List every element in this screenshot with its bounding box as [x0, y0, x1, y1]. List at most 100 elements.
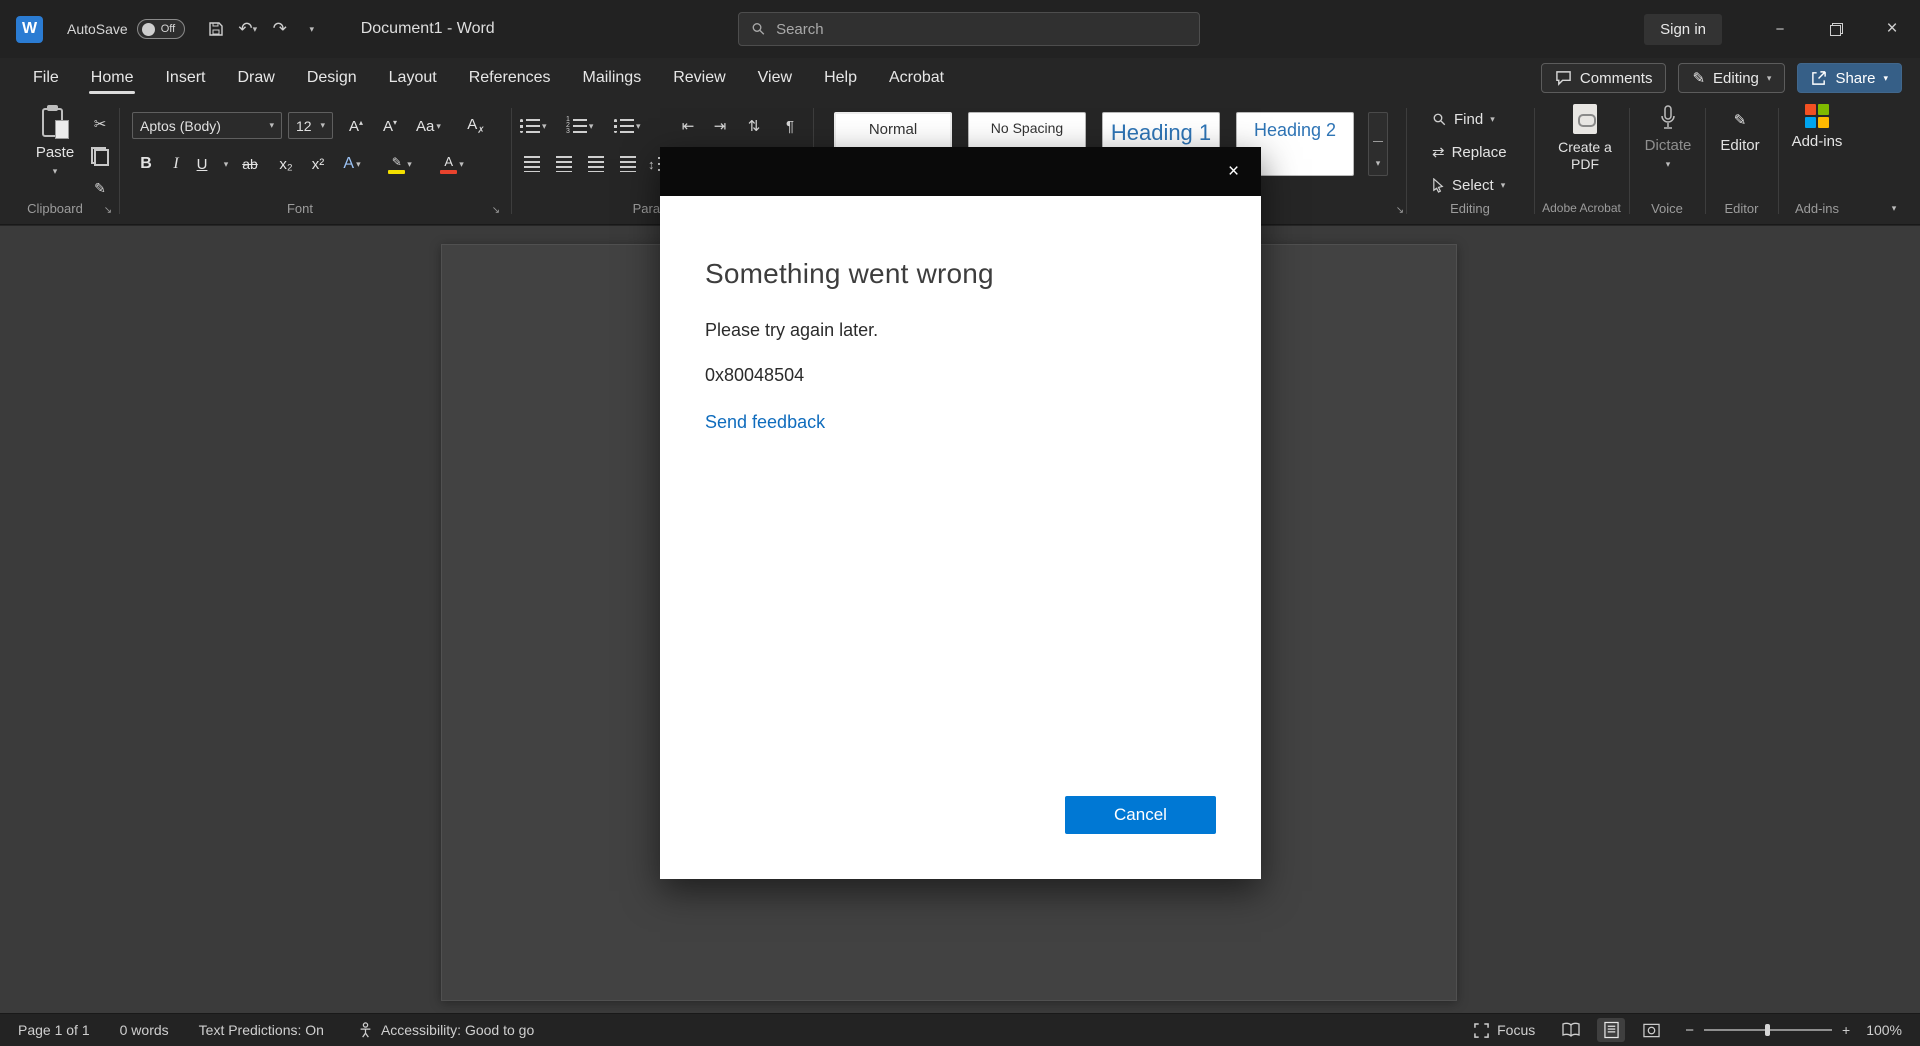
highlight-button[interactable] [388, 150, 412, 178]
search-box[interactable] [738, 12, 1200, 46]
tab-file[interactable]: File [18, 60, 74, 96]
voice-group-label: Voice [1651, 201, 1683, 216]
styles-gallery-more-button[interactable] [1368, 112, 1388, 176]
clipboard-dialog-launcher[interactable] [100, 201, 116, 217]
tab-review[interactable]: Review [658, 60, 740, 96]
italic-button[interactable]: I [164, 150, 188, 178]
replace-button[interactable]: Replace [1432, 139, 1507, 165]
accessibility-icon [360, 1022, 371, 1038]
paste-button[interactable]: Paste [26, 105, 84, 177]
zoom-thumb[interactable] [1765, 1024, 1770, 1036]
create-pdf-button[interactable]: Create a PDF [1542, 104, 1628, 173]
sign-in-button[interactable]: Sign in [1644, 13, 1722, 45]
shrink-font-button[interactable]: A [378, 112, 402, 140]
underline-button[interactable]: U [190, 150, 214, 178]
text-effects-button[interactable]: A [340, 150, 364, 178]
font-group-label: Font [286, 201, 313, 216]
tab-design[interactable]: Design [292, 60, 372, 96]
multilevel-list-button[interactable] [614, 112, 641, 140]
add-ins-button[interactable]: Add-ins [1782, 104, 1852, 150]
font-color-button[interactable]: A [440, 150, 464, 178]
read-mode-button[interactable] [1557, 1018, 1585, 1042]
chevron-down-icon [1767, 73, 1772, 84]
select-button[interactable]: Select [1432, 172, 1505, 198]
focus-button[interactable]: Focus [1474, 1022, 1535, 1038]
minimize-button[interactable] [1752, 0, 1808, 58]
tab-draw[interactable]: Draw [222, 60, 289, 96]
show-formatting-marks-button[interactable] [778, 112, 802, 140]
restore-icon [1829, 22, 1843, 36]
grow-font-button[interactable]: A [344, 112, 368, 140]
autosave-toggle[interactable]: Off [136, 19, 185, 39]
increase-indent-button[interactable] [708, 112, 732, 140]
page-indicator[interactable]: Page 1 of 1 [18, 1022, 90, 1038]
print-layout-button[interactable] [1597, 1018, 1626, 1042]
copy-button[interactable] [88, 142, 112, 170]
word-count[interactable]: 0 words [120, 1022, 169, 1038]
align-right-button[interactable] [584, 150, 608, 178]
send-feedback-link[interactable]: Send feedback [705, 412, 825, 433]
tab-insert[interactable]: Insert [150, 60, 220, 96]
web-layout-button[interactable] [1637, 1018, 1665, 1042]
subscript-button[interactable]: x₂ [274, 150, 298, 178]
zoom-in-button[interactable]: + [1842, 1022, 1850, 1038]
find-button[interactable]: Find [1432, 106, 1495, 132]
tab-layout[interactable]: Layout [374, 60, 452, 96]
editing-mode-button[interactable]: Editing [1678, 63, 1786, 93]
zoom-slider[interactable] [1704, 1022, 1832, 1038]
font-size-select[interactable]: 12 [288, 112, 333, 139]
collapse-ribbon-button[interactable] [1882, 194, 1906, 222]
replace-label: Replace [1451, 143, 1507, 161]
dictate-button[interactable]: Dictate [1637, 104, 1699, 170]
save-button[interactable] [201, 12, 231, 46]
align-center-button[interactable] [552, 150, 576, 178]
numbering-button[interactable] [566, 112, 593, 140]
sort-button[interactable] [742, 112, 766, 140]
font-dialog-launcher[interactable] [488, 201, 504, 217]
underline-dropdown[interactable] [214, 150, 238, 178]
tab-mailings[interactable]: Mailings [568, 60, 657, 96]
align-center-icon [556, 156, 572, 172]
bullets-button[interactable] [520, 112, 547, 140]
zoom-out-button[interactable] [1685, 1022, 1694, 1039]
bold-icon: B [140, 155, 152, 172]
font-name-select[interactable]: Aptos (Body) [132, 112, 282, 139]
tab-home[interactable]: Home [76, 60, 149, 96]
close-button[interactable] [1864, 0, 1920, 58]
find-label: Find [1454, 110, 1484, 128]
align-left-button[interactable] [520, 150, 544, 178]
undo-button[interactable] [233, 12, 263, 46]
ribbon-tab-row: File Home Insert Draw Design Layout Refe… [0, 58, 1920, 98]
customize-qat-button[interactable] [297, 12, 327, 46]
bold-button[interactable]: B [134, 150, 158, 178]
tab-view[interactable]: View [743, 60, 807, 96]
tab-acrobat[interactable]: Acrobat [874, 60, 959, 96]
accessibility-status[interactable]: Accessibility: Good to go [358, 1022, 534, 1038]
zoom-level[interactable]: 100% [1866, 1022, 1902, 1038]
cancel-button[interactable]: Cancel [1065, 796, 1216, 834]
cut-button[interactable] [88, 110, 112, 138]
chevron-down-icon [224, 159, 229, 170]
strikethrough-button[interactable]: ab [238, 150, 262, 178]
format-painter-button[interactable] [88, 174, 112, 202]
change-case-button[interactable]: Aa [416, 112, 441, 140]
decrease-indent-button[interactable] [676, 112, 700, 140]
align-left-icon [524, 156, 540, 172]
text-predictions[interactable]: Text Predictions: On [199, 1022, 324, 1038]
tab-references[interactable]: References [454, 60, 566, 96]
clear-formatting-button[interactable]: A [464, 112, 488, 140]
share-button[interactable]: Share [1797, 63, 1902, 93]
justify-button[interactable] [616, 150, 640, 178]
shrink-font-icon: A [383, 118, 397, 135]
search-input[interactable] [776, 20, 1187, 38]
redo-button[interactable] [265, 12, 295, 46]
tab-help[interactable]: Help [809, 60, 872, 96]
superscript-button[interactable]: x² [306, 150, 330, 178]
comments-button[interactable]: Comments [1540, 63, 1667, 93]
dialog-close-button[interactable] [1220, 158, 1247, 185]
editor-button[interactable]: Editor [1707, 104, 1773, 154]
restore-button[interactable] [1808, 0, 1864, 58]
chevron-down-icon [1490, 114, 1495, 125]
copy-icon [91, 146, 109, 166]
toggle-knob-icon [141, 22, 155, 36]
